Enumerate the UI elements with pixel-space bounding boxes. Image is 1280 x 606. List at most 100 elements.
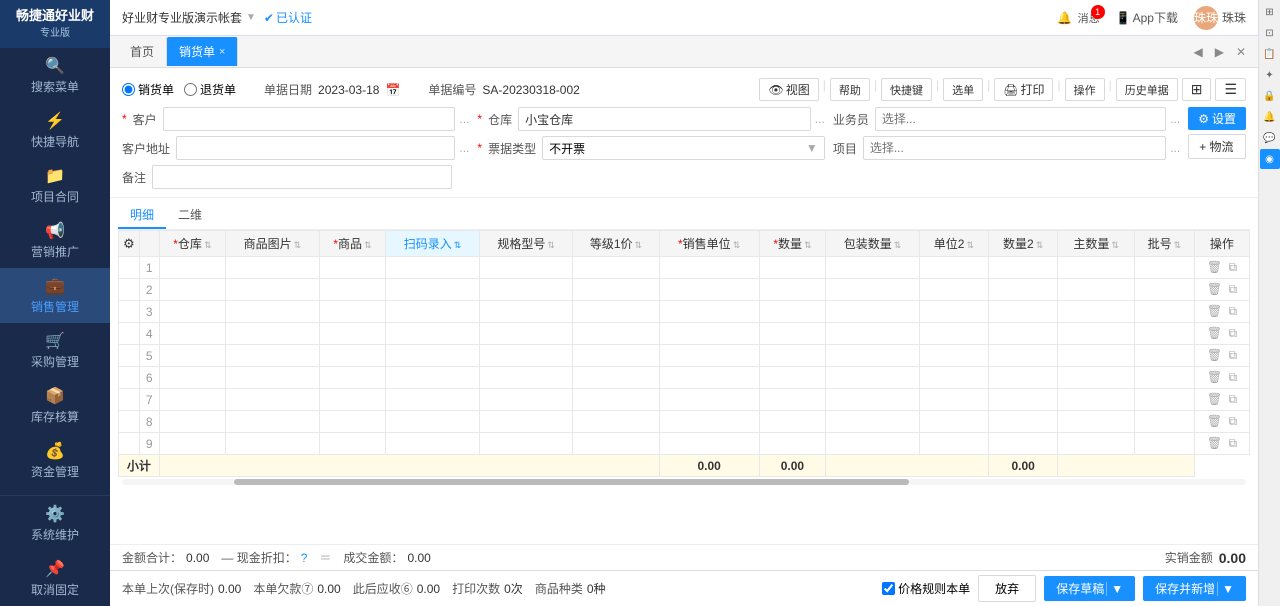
address-input[interactable] (176, 136, 455, 160)
row-price1-cell[interactable] (573, 367, 659, 389)
copy-icon[interactable]: ⧉ (1228, 282, 1237, 296)
delete-icon[interactable]: 🗑 (1207, 326, 1222, 340)
delete-icon[interactable]: 🗑 (1207, 260, 1222, 274)
row-spec-cell[interactable] (479, 257, 573, 279)
copy-icon[interactable]: ⧉ (1228, 414, 1237, 428)
sort-icon[interactable]: ⇅ (204, 240, 212, 250)
staff-input[interactable] (875, 107, 1166, 131)
row-warehouse-cell[interactable] (159, 279, 225, 301)
row-qty2-cell[interactable] (989, 345, 1058, 367)
row-batch-cell[interactable] (1135, 411, 1195, 433)
row-price1-cell[interactable] (573, 279, 659, 301)
delete-icon[interactable]: 🗑 (1207, 282, 1222, 296)
row-action-cell[interactable]: 🗑 ⧉ (1194, 279, 1249, 301)
row-batch-cell[interactable] (1135, 301, 1195, 323)
row-unit-cell[interactable] (659, 367, 759, 389)
row-action-cell[interactable]: 🗑 ⧉ (1194, 411, 1249, 433)
row-warehouse-cell[interactable] (159, 301, 225, 323)
row-spec-cell[interactable] (479, 433, 573, 455)
row-main-qty-cell[interactable] (1058, 257, 1135, 279)
delete-icon[interactable]: 🗑 (1207, 436, 1222, 450)
row-scan-cell[interactable] (386, 367, 480, 389)
row-price1-cell[interactable] (573, 301, 659, 323)
row-spec-cell[interactable] (479, 279, 573, 301)
sidebar-item-sales[interactable]: 💼 销售管理 (0, 268, 110, 323)
row-qty2-cell[interactable] (989, 257, 1058, 279)
row-action-cell[interactable]: 🗑 ⧉ (1194, 367, 1249, 389)
rt-btn-8[interactable]: ◉ (1260, 149, 1280, 169)
row-scan-cell[interactable] (386, 345, 480, 367)
row-qty2-cell[interactable] (989, 279, 1058, 301)
price-check-item[interactable]: 价格规则本单 (882, 580, 970, 597)
row-image-cell[interactable] (226, 367, 320, 389)
copy-icon[interactable]: ⧉ (1228, 370, 1237, 384)
tab-sale-order[interactable]: 销货单 × (167, 37, 238, 66)
row-image-cell[interactable] (226, 279, 320, 301)
sort-icon[interactable]: ⇅ (454, 240, 462, 250)
row-select-cell[interactable] (119, 433, 140, 455)
row-goods-cell[interactable] (319, 389, 385, 411)
row-action-cell[interactable]: 🗑 ⧉ (1194, 323, 1249, 345)
calendar-icon[interactable]: 📅 (385, 83, 400, 97)
row-action-cell[interactable]: 🗑 ⧉ (1194, 345, 1249, 367)
row-warehouse-cell[interactable] (159, 345, 225, 367)
sort-icon[interactable]: ⇅ (364, 240, 372, 250)
save-draft-button[interactable]: 保存草稿 ▼ (1044, 576, 1135, 601)
row-spec-cell[interactable] (479, 367, 573, 389)
tab-prev-button[interactable]: ◀ (1189, 43, 1206, 61)
rt-btn-3[interactable]: 📋 (1260, 44, 1280, 64)
row-price1-cell[interactable] (573, 389, 659, 411)
row-qty-cell[interactable] (759, 279, 825, 301)
row-image-cell[interactable] (226, 323, 320, 345)
row-qty-cell[interactable] (759, 345, 825, 367)
row-image-cell[interactable] (226, 389, 320, 411)
row-image-cell[interactable] (226, 301, 320, 323)
row-qty2-cell[interactable] (989, 389, 1058, 411)
row-main-qty-cell[interactable] (1058, 389, 1135, 411)
project-select-button[interactable]: ... (1170, 141, 1180, 155)
radio-return[interactable]: 退货单 (184, 81, 236, 98)
row-batch-cell[interactable] (1135, 345, 1195, 367)
select-button[interactable]: 选单 (943, 78, 983, 101)
row-action-cell[interactable]: 🗑 ⧉ (1194, 301, 1249, 323)
delete-icon[interactable]: 🗑 (1207, 392, 1222, 406)
row-unit2-cell[interactable] (919, 279, 988, 301)
rt-btn-4[interactable]: ✦ (1260, 65, 1280, 85)
row-spec-cell[interactable] (479, 301, 573, 323)
row-price1-cell[interactable] (573, 257, 659, 279)
row-select-cell[interactable] (119, 345, 140, 367)
row-price1-cell[interactable] (573, 433, 659, 455)
row-unit2-cell[interactable] (919, 367, 988, 389)
row-action-cell[interactable]: 🗑 ⧉ (1194, 257, 1249, 279)
sort-icon[interactable]: ⇅ (1111, 240, 1119, 250)
row-unit2-cell[interactable] (919, 411, 988, 433)
row-scan-cell[interactable] (386, 279, 480, 301)
discount-help-icon[interactable]: ? (301, 551, 308, 565)
row-spec-cell[interactable] (479, 389, 573, 411)
row-unit2-cell[interactable] (919, 257, 988, 279)
row-unit-cell[interactable] (659, 389, 759, 411)
sidebar-item-capital[interactable]: 💰 资金管理 (0, 433, 110, 488)
delete-icon[interactable]: 🗑 (1207, 414, 1222, 428)
tab-close-button[interactable]: × (219, 46, 225, 58)
row-unit2-cell[interactable] (919, 345, 988, 367)
tab-detail[interactable]: 明细 (118, 202, 166, 229)
sort-icon[interactable]: ⇅ (1036, 240, 1044, 250)
row-main-qty-cell[interactable] (1058, 411, 1135, 433)
copy-icon[interactable]: ⧉ (1228, 436, 1237, 450)
row-scan-cell[interactable] (386, 411, 480, 433)
row-qty2-cell[interactable] (989, 323, 1058, 345)
tab-next-button[interactable]: ▶ (1211, 43, 1228, 61)
sidebar-item-inventory[interactable]: 📦 库存核算 (0, 378, 110, 433)
row-main-qty-cell[interactable] (1058, 323, 1135, 345)
chevron-down-icon[interactable]: ▼ (1217, 582, 1234, 596)
sort-icon[interactable]: ⇅ (804, 240, 812, 250)
sort-icon[interactable]: ⇅ (547, 240, 555, 250)
row-qty-cell[interactable] (759, 389, 825, 411)
row-qty-cell[interactable] (759, 433, 825, 455)
sidebar-item-purchase[interactable]: 🛒 采购管理 (0, 323, 110, 378)
delete-icon[interactable]: 🗑 (1207, 304, 1222, 318)
row-unit2-cell[interactable] (919, 323, 988, 345)
history-button[interactable]: 历史单据 (1116, 78, 1178, 101)
chevron-down-icon[interactable]: ▼ (1106, 582, 1123, 596)
